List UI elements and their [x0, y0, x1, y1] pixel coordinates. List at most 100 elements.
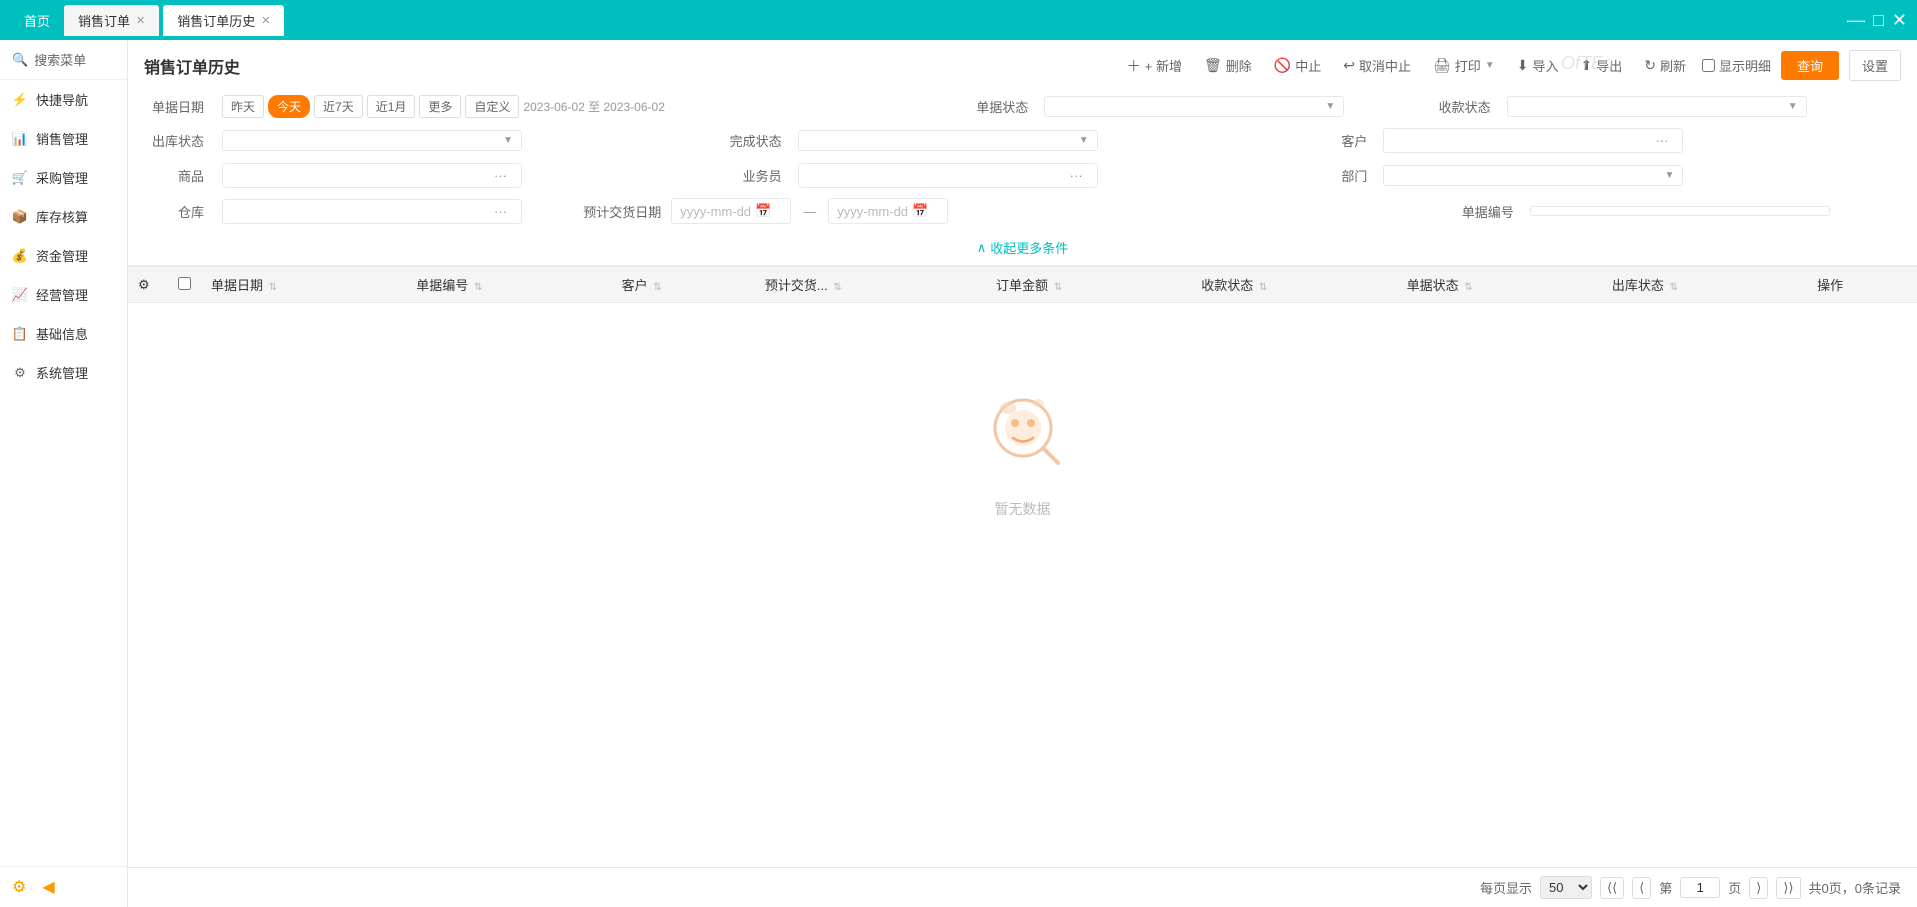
th-receipt-status[interactable]: 收款状态 ⇅	[1191, 267, 1396, 303]
receipt-status-select[interactable]: ▼	[1507, 96, 1807, 117]
content-area: 销售订单历史 ＋ + 新增 🗑 删除 🚫 中止 ↩ 取消中止	[128, 40, 1917, 907]
stop-icon: 🚫	[1274, 57, 1291, 74]
th-order-status[interactable]: 单据状态 ⇅	[1397, 267, 1602, 303]
next-page-btn[interactable]: ⟩	[1749, 877, 1768, 899]
sidebar-item-purchase[interactable]: 🛒 采购管理	[0, 158, 127, 197]
maximize-btn[interactable]: □	[1873, 10, 1884, 31]
tab-sales-order-close[interactable]: ✕	[136, 14, 145, 27]
customer-input[interactable]: ···	[1383, 128, 1683, 153]
table-footer: 每页显示 50 10 20 100 ⟨⟨ ⟨ 第 页 ⟩ ⟩⟩ 共0页，0条记录	[128, 867, 1917, 907]
date-btn-today[interactable]: 今天	[268, 95, 310, 118]
settings-bottom-icon[interactable]: ⚙	[12, 877, 26, 897]
department-label: 部门	[1315, 166, 1375, 185]
order-status-label: 单据状态	[976, 97, 1036, 116]
filter-row-1: 单据日期 昨天 今天 近7天 近1月 更多 自定义 2023-06-02 至 2…	[144, 95, 1901, 118]
department-section: 部门 ▼	[1315, 165, 1901, 186]
th-customer[interactable]: 客户 ⇅	[612, 267, 755, 303]
date-btn-yesterday[interactable]: 昨天	[222, 95, 264, 118]
prev-page-btn[interactable]: ⟨	[1632, 877, 1651, 899]
toolbar-delete-btn[interactable]: 🗑 删除	[1198, 52, 1258, 79]
toolbar-export-btn[interactable]: ⬆ 导出	[1574, 52, 1628, 79]
collapse-sidebar-icon[interactable]: ◀	[42, 877, 54, 897]
toolbar: ＋ + 新增 🗑 删除 🚫 中止 ↩ 取消中止 🖨 打印	[1121, 50, 1901, 81]
customer-dots-icon[interactable]: ···	[1649, 133, 1674, 148]
calendar-start-icon[interactable]: 📅	[755, 203, 771, 219]
date-range-text: 2023-06-02 至 2023-06-02	[523, 98, 664, 115]
salesman-dots-icon[interactable]: ···	[1064, 168, 1089, 183]
sidebar-item-capital[interactable]: 💰 资金管理	[0, 236, 127, 275]
empty-state: 暂无数据	[128, 303, 1917, 599]
toolbar-import-btn[interactable]: ⬇ 导入	[1511, 52, 1565, 79]
toolbar-cancel-stop-btn[interactable]: ↩ 取消中止	[1337, 52, 1417, 79]
product-dots-icon[interactable]: ···	[488, 168, 513, 183]
date-dash: —	[799, 204, 820, 219]
th-amount[interactable]: 订单金额 ⇅	[986, 267, 1191, 303]
sort-delivery-icon: ⇅	[833, 282, 841, 293]
sales-icon: 📊	[12, 131, 28, 147]
date-btn-1month[interactable]: 近1月	[367, 95, 416, 118]
department-select[interactable]: ▼	[1383, 165, 1683, 186]
new-icon: ＋	[1127, 56, 1141, 76]
delivery-date-start-input[interactable]: yyyy-mm-dd 📅	[671, 198, 791, 224]
delivery-date-end-input[interactable]: yyyy-mm-dd 📅	[828, 198, 948, 224]
toolbar-new-btn[interactable]: ＋ + 新增	[1121, 52, 1188, 80]
out-status-select[interactable]: ▼	[222, 130, 522, 151]
sidebar-item-basic[interactable]: 📋 基础信息	[0, 314, 127, 353]
toolbar-refresh-btn[interactable]: ↻ 刷新	[1638, 52, 1692, 79]
first-page-btn[interactable]: ⟨⟨	[1600, 877, 1624, 899]
sidebar-item-system[interactable]: ⚙ 系统管理	[0, 353, 127, 392]
collapse-filter-btn[interactable]: ∧ 收起更多条件	[144, 234, 1901, 261]
th-checkbox[interactable]	[168, 267, 201, 303]
product-label: 商品	[144, 166, 214, 185]
sidebar-search[interactable]: 🔍 搜索菜单	[0, 40, 127, 80]
sidebar-item-sales[interactable]: 📊 销售管理	[0, 119, 127, 158]
salesman-input[interactable]: ···	[798, 163, 1098, 188]
date-btn-more[interactable]: 更多	[419, 95, 461, 118]
page-title-bar: 销售订单历史 ＋ + 新增 🗑 删除 🚫 中止 ↩ 取消中止	[128, 40, 1917, 87]
order-number-input[interactable]	[1530, 206, 1830, 216]
per-page-select[interactable]: 50 10 20 100	[1540, 876, 1592, 899]
th-date[interactable]: 单据日期 ⇅	[201, 267, 406, 303]
th-settings[interactable]: ⚙	[128, 267, 168, 303]
delivery-date-label: 预计交货日期	[583, 202, 663, 221]
department-arrow-icon: ▼	[1664, 170, 1674, 181]
last-page-btn[interactable]: ⟩⟩	[1776, 877, 1800, 899]
page-number-input[interactable]	[1680, 877, 1720, 898]
sidebar-item-quick-nav[interactable]: ⚡ 快捷导航	[0, 80, 127, 119]
product-input[interactable]: ···	[222, 163, 522, 188]
empty-text: 暂无数据	[995, 499, 1051, 519]
th-delivery[interactable]: 预计交货... ⇅	[755, 267, 986, 303]
top-bar: 首页 销售订单 ✕ 销售订单历史 ✕ — □ ✕	[0, 0, 1917, 40]
toolbar-print-btn[interactable]: 🖨 打印 ▼	[1427, 52, 1501, 79]
minimize-btn[interactable]: —	[1847, 10, 1865, 31]
search-button[interactable]: 查询	[1781, 51, 1839, 80]
tab-home[interactable]: 首页	[10, 5, 64, 36]
warehouse-section: 仓库 ···	[144, 199, 583, 224]
complete-status-select[interactable]: ▼	[798, 130, 1098, 151]
warehouse-input[interactable]: ···	[222, 199, 522, 224]
date-btn-7days[interactable]: 近7天	[314, 95, 363, 118]
close-btn[interactable]: ✕	[1892, 10, 1907, 31]
tab-sales-order[interactable]: 销售订单 ✕	[64, 5, 159, 36]
select-all-checkbox[interactable]	[178, 277, 191, 290]
date-btn-custom[interactable]: 自定义	[465, 95, 519, 118]
delivery-date-section: 预计交货日期 yyyy-mm-dd 📅 — yyyy-mm-dd 📅	[583, 198, 1462, 224]
date-section: 单据日期 昨天 今天 近7天 近1月 更多 自定义 2023-06-02 至 2…	[144, 95, 976, 118]
calendar-end-icon[interactable]: 📅	[912, 203, 928, 219]
toolbar-stop-btn[interactable]: 🚫 中止	[1268, 52, 1327, 79]
sort-out-status-icon: ⇅	[1670, 282, 1678, 293]
display-toggle[interactable]: 显示明细	[1702, 56, 1771, 75]
sort-order-status-icon: ⇅	[1464, 282, 1472, 293]
th-number[interactable]: 单据编号 ⇅	[406, 267, 611, 303]
warehouse-dots-icon[interactable]: ···	[488, 204, 513, 219]
settings-button[interactable]: 设置	[1849, 50, 1901, 81]
tab-sales-order-history-close[interactable]: ✕	[261, 14, 270, 27]
sidebar-item-operation[interactable]: 📈 经营管理	[0, 275, 127, 314]
table-settings-icon[interactable]: ⚙	[138, 277, 150, 292]
sidebar-item-inventory[interactable]: 📦 库存核算	[0, 197, 127, 236]
table-area: ⚙ 单据日期 ⇅ 单据编号 ⇅	[128, 266, 1917, 867]
order-status-select[interactable]: ▼	[1044, 96, 1344, 117]
display-toggle-checkbox[interactable]	[1702, 59, 1715, 72]
th-out-status[interactable]: 出库状态 ⇅	[1602, 267, 1807, 303]
tab-sales-order-history[interactable]: 销售订单历史 ✕	[163, 5, 284, 36]
